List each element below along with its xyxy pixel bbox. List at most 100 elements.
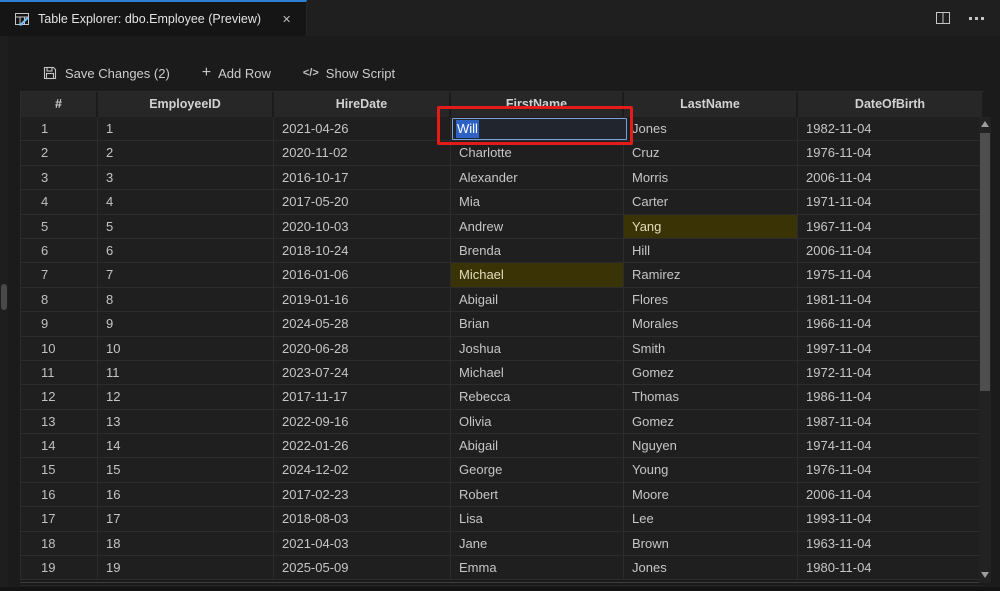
cell-employee-id[interactable]: 14 [98, 434, 274, 458]
cell-first-name[interactable]: Joshua [451, 336, 624, 360]
cell-date-of-birth[interactable]: 1974-11-04 [798, 434, 984, 458]
cell-employee-id[interactable]: 17 [98, 507, 274, 531]
cell-last-name[interactable]: Smith [624, 336, 798, 360]
cell-date-of-birth[interactable]: 1986-11-04 [798, 385, 984, 409]
cell-first-name[interactable]: Abigail [451, 287, 624, 312]
cell-last-name[interactable]: Cruz [624, 141, 798, 165]
cell-num[interactable]: 10 [21, 336, 98, 360]
cell-last-name[interactable]: Brown [624, 531, 798, 556]
cell-hire-date[interactable]: 2023-07-24 [274, 360, 451, 385]
cell-hire-date[interactable]: 2018-08-03 [274, 507, 451, 531]
cell-last-name[interactable]: Jones [624, 117, 798, 141]
cell-num[interactable]: 6 [21, 238, 98, 263]
cell-date-of-birth[interactable]: 1963-11-04 [798, 531, 984, 556]
cell-last-name[interactable]: Morris [624, 165, 798, 190]
cell-first-name[interactable]: Andrew [451, 214, 624, 238]
cell-hire-date[interactable]: 2021-04-03 [274, 531, 451, 556]
cell-employee-id[interactable]: 9 [98, 312, 274, 336]
cell-employee-id[interactable]: 7 [98, 263, 274, 287]
cell-first-name[interactable]: Michael [451, 360, 624, 385]
cell-employee-id[interactable]: 2 [98, 141, 274, 165]
save-changes-button[interactable]: Save Changes (2) [42, 65, 170, 81]
scrollbar-thumb[interactable] [980, 133, 990, 391]
cell-date-of-birth[interactable]: 1966-11-04 [798, 312, 984, 336]
tab-close-icon[interactable]: ✕ [279, 11, 294, 28]
cell-hire-date[interactable]: 2017-11-17 [274, 385, 451, 409]
cell-employee-id[interactable]: 1 [98, 117, 274, 141]
cell-hire-date[interactable]: 2022-01-26 [274, 434, 451, 458]
show-script-button[interactable]: </> Show Script [303, 66, 395, 81]
cell-hire-date[interactable]: 2021-04-26 [274, 117, 451, 141]
cell-date-of-birth[interactable]: 1972-11-04 [798, 360, 984, 385]
cell-employee-id[interactable]: 10 [98, 336, 274, 360]
cell-num[interactable]: 12 [21, 385, 98, 409]
cell-hire-date[interactable]: 2020-06-28 [274, 336, 451, 360]
cell-hire-date[interactable]: 2020-11-02 [274, 141, 451, 165]
cell-last-name[interactable]: Ramirez [624, 263, 798, 287]
cell-date-of-birth[interactable]: 1997-11-04 [798, 336, 984, 360]
cell-employee-id[interactable]: 19 [98, 556, 274, 580]
cell-hire-date[interactable]: 2018-10-24 [274, 238, 451, 263]
cell-num[interactable]: 8 [21, 287, 98, 312]
cell-last-name[interactable]: Yang [624, 214, 798, 238]
cell-last-name[interactable]: Flores [624, 287, 798, 312]
cell-hire-date[interactable]: 2016-10-17 [274, 165, 451, 190]
cell-date-of-birth[interactable]: 1980-11-04 [798, 556, 984, 580]
cell-date-of-birth[interactable]: 1971-11-04 [798, 190, 984, 214]
cell-num[interactable]: 7 [21, 263, 98, 287]
cell-employee-id[interactable]: 15 [98, 458, 274, 482]
add-row-button[interactable]: + Add Row [202, 65, 271, 81]
cell-last-name[interactable]: Hill [624, 238, 798, 263]
column-header-firstname[interactable]: FirstName [451, 92, 624, 117]
cell-date-of-birth[interactable]: 2006-11-04 [798, 165, 984, 190]
cell-date-of-birth[interactable]: 1982-11-04 [798, 117, 984, 141]
cell-employee-id[interactable]: 4 [98, 190, 274, 214]
cell-num[interactable]: 9 [21, 312, 98, 336]
cell-employee-id[interactable]: 11 [98, 360, 274, 385]
cell-hire-date[interactable]: 2016-01-06 [274, 263, 451, 287]
cell-hire-date[interactable]: 2024-05-28 [274, 312, 451, 336]
cell-num[interactable]: 18 [21, 531, 98, 556]
scroll-up-icon[interactable] [981, 121, 989, 127]
more-actions-icon[interactable] [967, 15, 986, 22]
cell-hire-date[interactable]: 2025-05-09 [274, 556, 451, 580]
cell-employee-id[interactable]: 3 [98, 165, 274, 190]
cell-num[interactable]: 11 [21, 360, 98, 385]
cell-date-of-birth[interactable]: 1967-11-04 [798, 214, 984, 238]
cell-num[interactable]: 4 [21, 190, 98, 214]
cell-num[interactable]: 1 [21, 117, 98, 141]
cell-last-name[interactable]: Morales [624, 312, 798, 336]
cell-num[interactable]: 13 [21, 409, 98, 434]
cell-last-name[interactable]: Lee [624, 507, 798, 531]
cell-first-name[interactable]: Jane [451, 531, 624, 556]
scroll-down-icon[interactable] [981, 572, 989, 578]
cell-hire-date[interactable]: 2017-02-23 [274, 482, 451, 507]
cell-first-name[interactable]: Michael [451, 263, 624, 287]
cell-employee-id[interactable]: 6 [98, 238, 274, 263]
cell-num[interactable]: 17 [21, 507, 98, 531]
cell-date-of-birth[interactable]: 1987-11-04 [798, 409, 984, 434]
cell-date-of-birth[interactable]: 1981-11-04 [798, 287, 984, 312]
cell-hire-date[interactable]: 2019-01-16 [274, 287, 451, 312]
cell-first-name[interactable]: Charlotte [451, 141, 624, 165]
cell-employee-id[interactable]: 16 [98, 482, 274, 507]
column-header-employeeid[interactable]: EmployeeID [98, 92, 274, 117]
cell-last-name[interactable]: Gomez [624, 360, 798, 385]
cell-date-of-birth[interactable]: 1993-11-04 [798, 507, 984, 531]
cell-num[interactable]: 3 [21, 165, 98, 190]
cell-date-of-birth[interactable]: 1976-11-04 [798, 141, 984, 165]
cell-num[interactable]: 2 [21, 141, 98, 165]
tab-table-explorer[interactable]: Table Explorer: dbo.Employee (Preview) ✕ [0, 0, 308, 36]
cell-last-name[interactable]: Thomas [624, 385, 798, 409]
cell-date-of-birth[interactable]: 2006-11-04 [798, 482, 984, 507]
cell-hire-date[interactable]: 2024-12-02 [274, 458, 451, 482]
cell-first-name[interactable]: Brian [451, 312, 624, 336]
cell-first-name[interactable]: Emma [451, 556, 624, 580]
column-header-lastname[interactable]: LastName [624, 92, 798, 117]
cell-first-name[interactable]: Mia [451, 190, 624, 214]
cell-last-name[interactable]: Young [624, 458, 798, 482]
cell-employee-id[interactable]: 18 [98, 531, 274, 556]
vertical-scrollbar[interactable] [979, 117, 991, 583]
cell-first-name[interactable]: Olivia [451, 409, 624, 434]
cell-employee-id[interactable]: 8 [98, 287, 274, 312]
